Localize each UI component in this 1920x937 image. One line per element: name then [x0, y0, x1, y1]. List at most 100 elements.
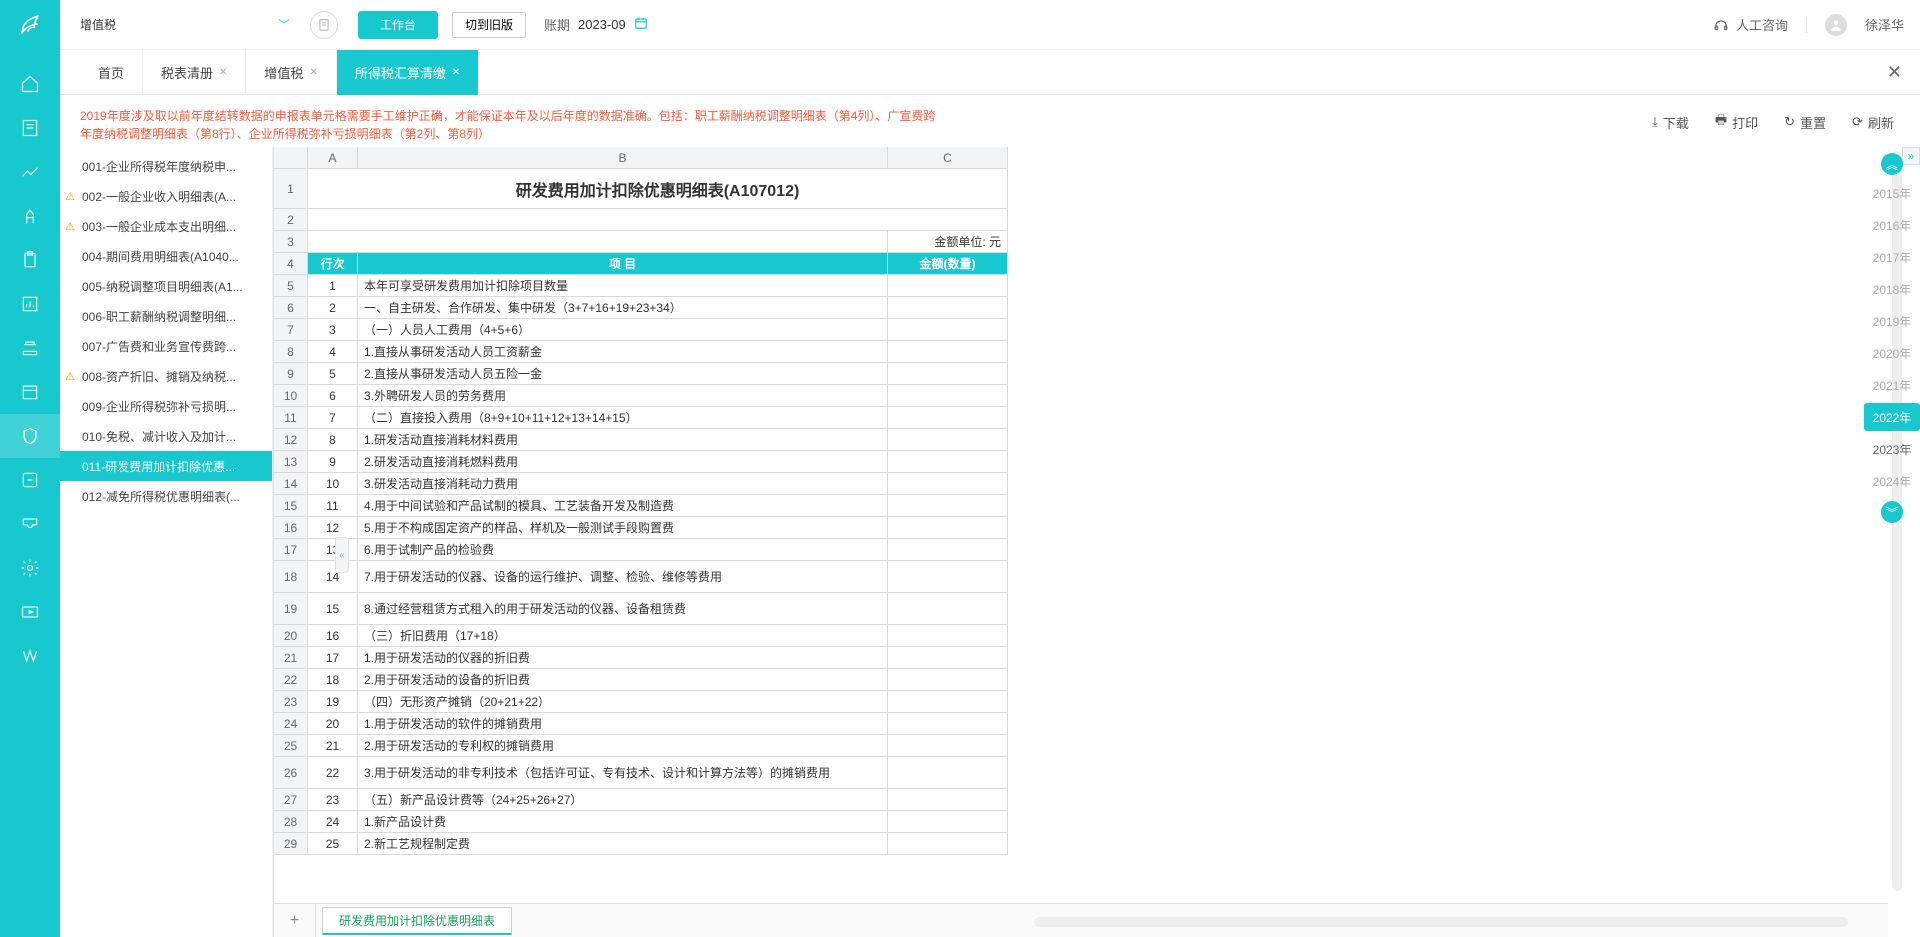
year-2020年[interactable]: 2020年 [1864, 339, 1920, 367]
form-item-10[interactable]: 011-研发费用加计扣除优惠... [60, 451, 272, 481]
row-amount[interactable] [888, 451, 1008, 473]
row-amount[interactable] [888, 495, 1008, 517]
form-item-3[interactable]: 004-期间费用明细表(A1040... [60, 241, 272, 271]
year-2023年[interactable]: 2023年 [1864, 435, 1920, 463]
row-amount[interactable] [888, 735, 1008, 757]
rail-stamp[interactable] [0, 326, 60, 370]
period-value[interactable]: 2023-09 [578, 17, 626, 32]
rail-calendar[interactable] [0, 370, 60, 414]
row-amount[interactable] [888, 833, 1008, 855]
rail-assets[interactable] [0, 194, 60, 238]
form-item-2[interactable]: ⚠003-一般企业成本支出明细... [60, 211, 272, 241]
add-sheet-button[interactable]: + [274, 904, 316, 937]
user-name[interactable]: 徐泽华 [1865, 15, 1904, 34]
row-item[interactable]: 7.用于研发活动的仪器、设备的运行维护、调整、检验、维修等费用 [358, 561, 888, 593]
rail-inbox[interactable] [0, 502, 60, 546]
row-item[interactable]: 6.用于试制产品的检验费 [358, 539, 888, 561]
print-button[interactable]: 🖶 打印 [1715, 111, 1758, 133]
collapse-handle[interactable]: « [335, 537, 349, 573]
row-item[interactable]: 4.用于中间试验和产品试制的模具、工艺装备开发及制造费 [358, 495, 888, 517]
row-item[interactable]: 5.用于不构成固定资产的样品、样机及一般测试手段购置费 [358, 517, 888, 539]
row-item[interactable]: 2.直接从事研发活动人员五险一金 [358, 363, 888, 385]
row-item[interactable]: 1.用于研发活动的仪器的折旧费 [358, 647, 888, 669]
close-icon[interactable]: ✕ [452, 67, 460, 78]
row-item[interactable]: 一、自主研发、合作研发、集中研发（3+7+16+19+23+34） [358, 297, 888, 319]
row-item[interactable]: （三）折旧费用（17+18） [358, 625, 888, 647]
row-amount[interactable] [888, 669, 1008, 691]
form-item-9[interactable]: 010-免税、减计收入及加计... [60, 421, 272, 451]
row-item[interactable]: 8.通过经营租赁方式租入的用于研发活动的仪器、设备租赁费 [358, 593, 888, 625]
row-amount[interactable] [888, 517, 1008, 539]
tab-1[interactable]: 税表清册✕ [143, 50, 246, 95]
row-amount[interactable] [888, 757, 1008, 789]
close-page-icon[interactable]: ✕ [1887, 62, 1902, 83]
user-avatar[interactable] [1825, 14, 1847, 36]
row-amount[interactable] [888, 593, 1008, 625]
row-item[interactable]: （一）人员人工费用（4+5+6） [358, 319, 888, 341]
rail-analytics[interactable] [0, 150, 60, 194]
form-item-4[interactable]: 005-纳税调整项目明细表(A1... [60, 271, 272, 301]
row-item[interactable]: 2.研发活动直接消耗燃料费用 [358, 451, 888, 473]
h-scrollbar[interactable] [1034, 917, 1848, 931]
row-amount[interactable] [888, 625, 1008, 647]
row-amount[interactable] [888, 341, 1008, 363]
tab-3[interactable]: 所得税汇算清缴✕ [337, 50, 479, 95]
row-amount[interactable] [888, 473, 1008, 495]
row-amount[interactable] [888, 363, 1008, 385]
row-item[interactable]: 1.用于研发活动的软件的摊销费用 [358, 713, 888, 735]
tab-2[interactable]: 增值税✕ [246, 50, 336, 95]
form-item-6[interactable]: 007-广告费和业务宣传费跨... [60, 331, 272, 361]
row-item[interactable]: 本年可享受研发费用加计扣除项目数量 [358, 275, 888, 297]
tax-type-dropdown[interactable]: 增值税 ﹀ [80, 10, 290, 40]
support-link[interactable]: 人工咨询 [1714, 15, 1788, 34]
rail-tax[interactable] [0, 414, 60, 458]
year-2018年[interactable]: 2018年 [1864, 275, 1920, 303]
year-2015年[interactable]: 2015年 [1864, 179, 1920, 207]
close-icon[interactable]: ✕ [219, 67, 227, 78]
workbench-button[interactable]: 工作台 [358, 11, 438, 39]
tab-0[interactable]: 首页 [80, 50, 143, 95]
year-2024年[interactable]: 2024年 [1864, 467, 1920, 495]
row-item[interactable]: 1.新产品设计费 [358, 811, 888, 833]
row-amount[interactable] [888, 275, 1008, 297]
row-amount[interactable] [888, 429, 1008, 451]
row-amount[interactable] [888, 713, 1008, 735]
form-item-0[interactable]: 001-企业所得税年度纳税申... [60, 151, 272, 181]
year-2019年[interactable]: 2019年 [1864, 307, 1920, 335]
row-amount[interactable] [888, 789, 1008, 811]
form-item-7[interactable]: ⚠008-资产折旧、摊销及纳税... [60, 361, 272, 391]
row-amount[interactable] [888, 319, 1008, 341]
old-version-button[interactable]: 切到旧版 [452, 12, 526, 38]
calendar-icon[interactable] [634, 16, 648, 33]
rail-settings[interactable] [0, 546, 60, 590]
app-logo[interactable] [0, 0, 60, 50]
row-amount[interactable] [888, 811, 1008, 833]
row-amount[interactable] [888, 407, 1008, 429]
rail-archive[interactable] [0, 458, 60, 502]
year-scroll-down[interactable]: ︾ [1881, 501, 1903, 523]
form-item-8[interactable]: 009-企业所得税弥补亏损明... [60, 391, 272, 421]
row-amount[interactable] [888, 297, 1008, 319]
row-amount[interactable] [888, 385, 1008, 407]
sheet-tab[interactable]: 研发费用加计扣除优惠明细表 [322, 907, 512, 935]
row-item[interactable]: 1.研发活动直接消耗材料费用 [358, 429, 888, 451]
row-item[interactable]: （四）无形资产摊销（20+21+22） [358, 691, 888, 713]
year-2022年[interactable]: 2022年 [1864, 403, 1920, 431]
year-2017年[interactable]: 2017年 [1864, 243, 1920, 271]
row-item[interactable]: 2.用于研发活动的专利权的摊销费用 [358, 735, 888, 757]
row-amount[interactable] [888, 539, 1008, 561]
form-item-11[interactable]: 012-减免所得税优惠明细表(... [60, 481, 272, 511]
row-item[interactable]: 2.用于研发活动的设备的折旧费 [358, 669, 888, 691]
row-item[interactable]: （五）新产品设计费等（24+25+26+27） [358, 789, 888, 811]
download-button[interactable]: ⤓ 下载 [1652, 111, 1689, 133]
row-item[interactable]: （二）直接投入费用（8+9+10+11+12+13+14+15） [358, 407, 888, 429]
rail-home[interactable] [0, 62, 60, 106]
row-item[interactable]: 2.新工艺规程制定费 [358, 833, 888, 855]
row-item[interactable]: 3.用于研发活动的非专利技术（包括许可证、专有技术、设计和计算方法等）的摊销费用 [358, 757, 888, 789]
rail-video[interactable] [0, 590, 60, 634]
refresh-button[interactable]: ⟳ 刷新 [1852, 111, 1894, 133]
form-item-1[interactable]: ⚠002-一般企业收入明细表(A... [60, 181, 272, 211]
row-amount[interactable] [888, 691, 1008, 713]
year-scroll-up[interactable]: ︽ [1881, 153, 1903, 175]
rail-vip[interactable] [0, 634, 60, 678]
